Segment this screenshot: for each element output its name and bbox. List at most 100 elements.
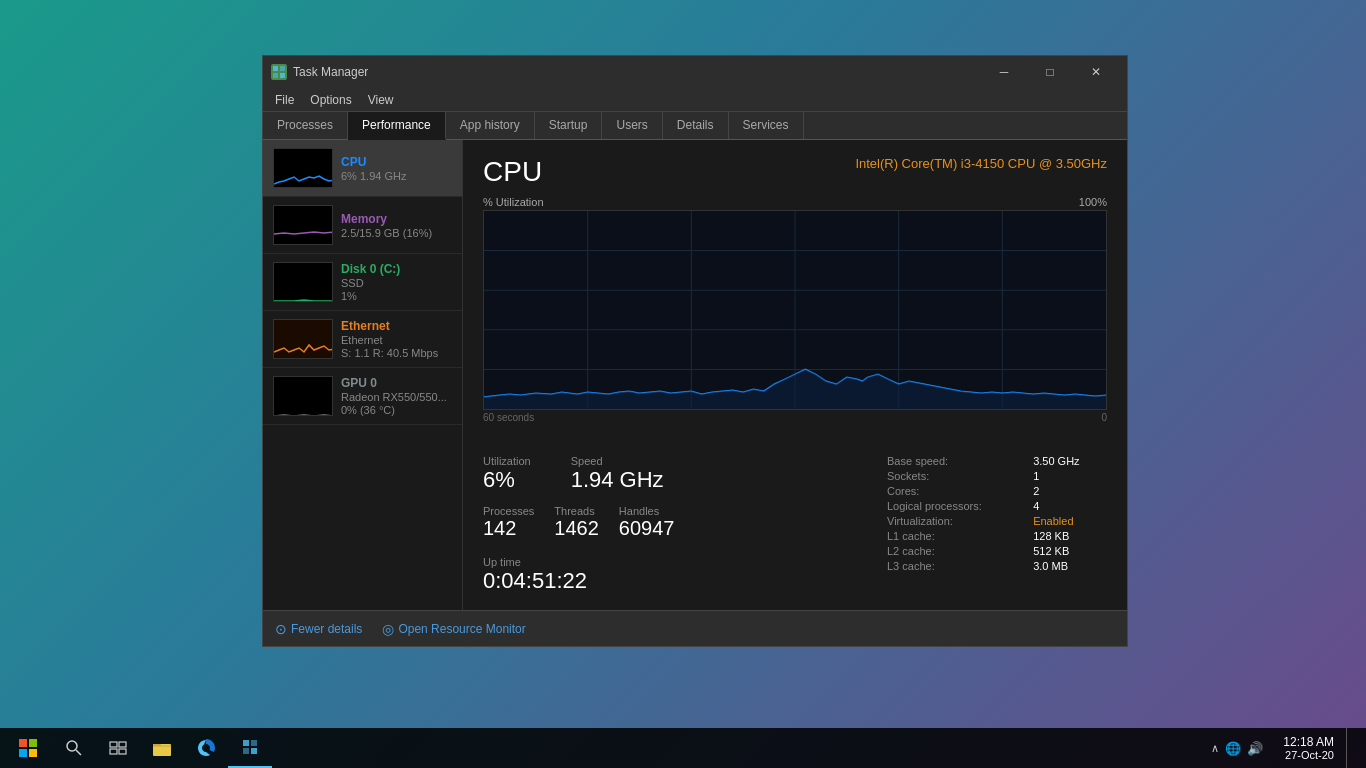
cores-label: Cores:: [887, 485, 1009, 497]
taskbar: ∧ 🌐 🔊 12:18 AM 27-Oct-20: [0, 728, 1366, 768]
ethernet-mini-chart: [273, 319, 333, 359]
sockets-value: 1: [1033, 470, 1107, 482]
chart-label-right: 100%: [1079, 196, 1107, 208]
svg-rect-28: [243, 748, 249, 754]
menu-view[interactable]: View: [360, 91, 402, 109]
svg-rect-29: [251, 748, 257, 754]
cpu-info: CPU 6% 1.94 GHz: [341, 155, 452, 182]
window-controls: ─ □ ✕: [981, 56, 1119, 88]
l2-label: L2 cache:: [887, 545, 1009, 557]
taskbar-search[interactable]: [52, 728, 96, 768]
virt-label: Virtualization:: [887, 515, 1009, 527]
svg-rect-1: [280, 66, 285, 71]
title-bar: Task Manager ─ □ ✕: [263, 56, 1127, 88]
cpu-header: CPU Intel(R) Core(TM) i3-4150 CPU @ 3.50…: [483, 156, 1107, 188]
svg-point-18: [67, 741, 77, 751]
taskbar-task-view[interactable]: [96, 728, 140, 768]
minimize-button[interactable]: ─: [981, 56, 1027, 88]
svg-rect-25: [153, 744, 161, 746]
svg-line-19: [76, 750, 81, 755]
gpu-sub: 0% (36 °C): [341, 404, 452, 416]
start-button[interactable]: [4, 728, 52, 768]
tray-volume[interactable]: 🔊: [1247, 741, 1263, 756]
cpu-name: CPU: [341, 155, 452, 169]
cpu-chart: [483, 210, 1107, 410]
tray-chevron[interactable]: ∧: [1211, 742, 1219, 755]
sidebar: CPU 6% 1.94 GHz Memory 2.5/15.9 GB (16%): [263, 140, 463, 610]
tab-performance[interactable]: Performance: [348, 112, 446, 140]
fewer-details-button[interactable]: ⊙ Fewer details: [275, 621, 362, 637]
tab-processes[interactable]: Processes: [263, 112, 348, 139]
l1-label: L1 cache:: [887, 530, 1009, 542]
taskbar-edge[interactable]: [184, 728, 228, 768]
l3-label: L3 cache:: [887, 560, 1009, 572]
ethernet-sub: S: 1.1 R: 40.5 Mbps: [341, 347, 452, 359]
gpu-info: GPU 0 Radeon RX550/550... 0% (36 °C): [341, 376, 452, 416]
disk-mini-chart: [273, 262, 333, 302]
tray-network[interactable]: 🌐: [1225, 741, 1241, 756]
svg-rect-17: [29, 749, 37, 757]
tab-startup[interactable]: Startup: [535, 112, 603, 139]
svg-rect-2: [273, 73, 278, 78]
taskbar-task-manager-running[interactable]: [228, 728, 272, 768]
disk-name: Disk 0 (C:): [341, 262, 452, 276]
ethernet-type: Ethernet: [341, 334, 452, 346]
svg-rect-22: [110, 749, 117, 754]
sidebar-item-cpu[interactable]: CPU 6% 1.94 GHz: [263, 140, 462, 197]
tab-users[interactable]: Users: [602, 112, 662, 139]
chart-label-left: % Utilization: [483, 196, 544, 208]
tab-bar: Processes Performance App history Startu…: [263, 112, 1127, 140]
taskbar-file-explorer[interactable]: [140, 728, 184, 768]
tab-app-history[interactable]: App history: [446, 112, 535, 139]
sidebar-item-memory[interactable]: Memory 2.5/15.9 GB (16%): [263, 197, 462, 254]
open-resource-monitor-button[interactable]: ◎ Open Resource Monitor: [382, 621, 525, 637]
sidebar-item-ethernet[interactable]: Ethernet Ethernet S: 1.1 R: 40.5 Mbps: [263, 311, 462, 368]
svg-rect-26: [243, 740, 249, 746]
fewer-details-icon: ⊙: [275, 621, 287, 637]
disk-sub: 1%: [341, 290, 452, 302]
svg-rect-15: [29, 739, 37, 747]
clock[interactable]: 12:18 AM 27-Oct-20: [1275, 735, 1342, 761]
disk-info: Disk 0 (C:) SSD 1%: [341, 262, 452, 302]
time-label-right: 0: [1101, 412, 1107, 423]
tab-details[interactable]: Details: [663, 112, 729, 139]
close-button[interactable]: ✕: [1073, 56, 1119, 88]
maximize-button[interactable]: □: [1027, 56, 1073, 88]
memory-info: Memory 2.5/15.9 GB (16%): [341, 212, 452, 239]
svg-rect-16: [19, 749, 27, 757]
window-title: Task Manager: [293, 65, 981, 79]
speed-stat: Speed 1.94 GHz: [571, 455, 664, 493]
svg-rect-3: [280, 73, 285, 78]
system-tray-icons[interactable]: ∧ 🌐 🔊: [1203, 741, 1271, 756]
cpu-mini-chart: [273, 148, 333, 188]
sidebar-item-gpu[interactable]: GPU 0 Radeon RX550/550... 0% (36 °C): [263, 368, 462, 425]
clock-date: 27-Oct-20: [1283, 749, 1334, 761]
sidebar-item-disk[interactable]: Disk 0 (C:) SSD 1%: [263, 254, 462, 311]
clock-time: 12:18 AM: [1283, 735, 1334, 749]
cpu-sub: 6% 1.94 GHz: [341, 170, 452, 182]
menu-options[interactable]: Options: [302, 91, 359, 109]
uptime-label: Up time: [483, 556, 887, 568]
threads-label: Threads: [554, 505, 599, 517]
resource-monitor-icon: ◎: [382, 621, 394, 637]
handles-value: 60947: [619, 517, 675, 540]
menu-bar: File Options View: [263, 88, 1127, 112]
threads-value: 1462: [554, 517, 599, 540]
svg-rect-20: [110, 742, 117, 747]
gpu-mini-chart: [273, 376, 333, 416]
ethernet-info: Ethernet Ethernet S: 1.1 R: 40.5 Mbps: [341, 319, 452, 359]
show-desktop-button[interactable]: [1346, 728, 1354, 768]
base-speed-value: 3.50 GHz: [1033, 455, 1107, 467]
tab-services[interactable]: Services: [729, 112, 804, 139]
svg-marker-13: [484, 369, 1106, 409]
logical-value: 4: [1033, 500, 1107, 512]
threads-stat: Threads 1462: [554, 505, 599, 540]
l3-value: 3.0 MB: [1033, 560, 1107, 572]
l1-value: 128 KB: [1033, 530, 1107, 542]
cores-value: 2: [1033, 485, 1107, 497]
menu-file[interactable]: File: [267, 91, 302, 109]
svg-rect-27: [251, 740, 257, 746]
fewer-details-label: Fewer details: [291, 622, 362, 636]
speed-label: Speed: [571, 455, 664, 467]
svg-rect-14: [19, 739, 27, 747]
